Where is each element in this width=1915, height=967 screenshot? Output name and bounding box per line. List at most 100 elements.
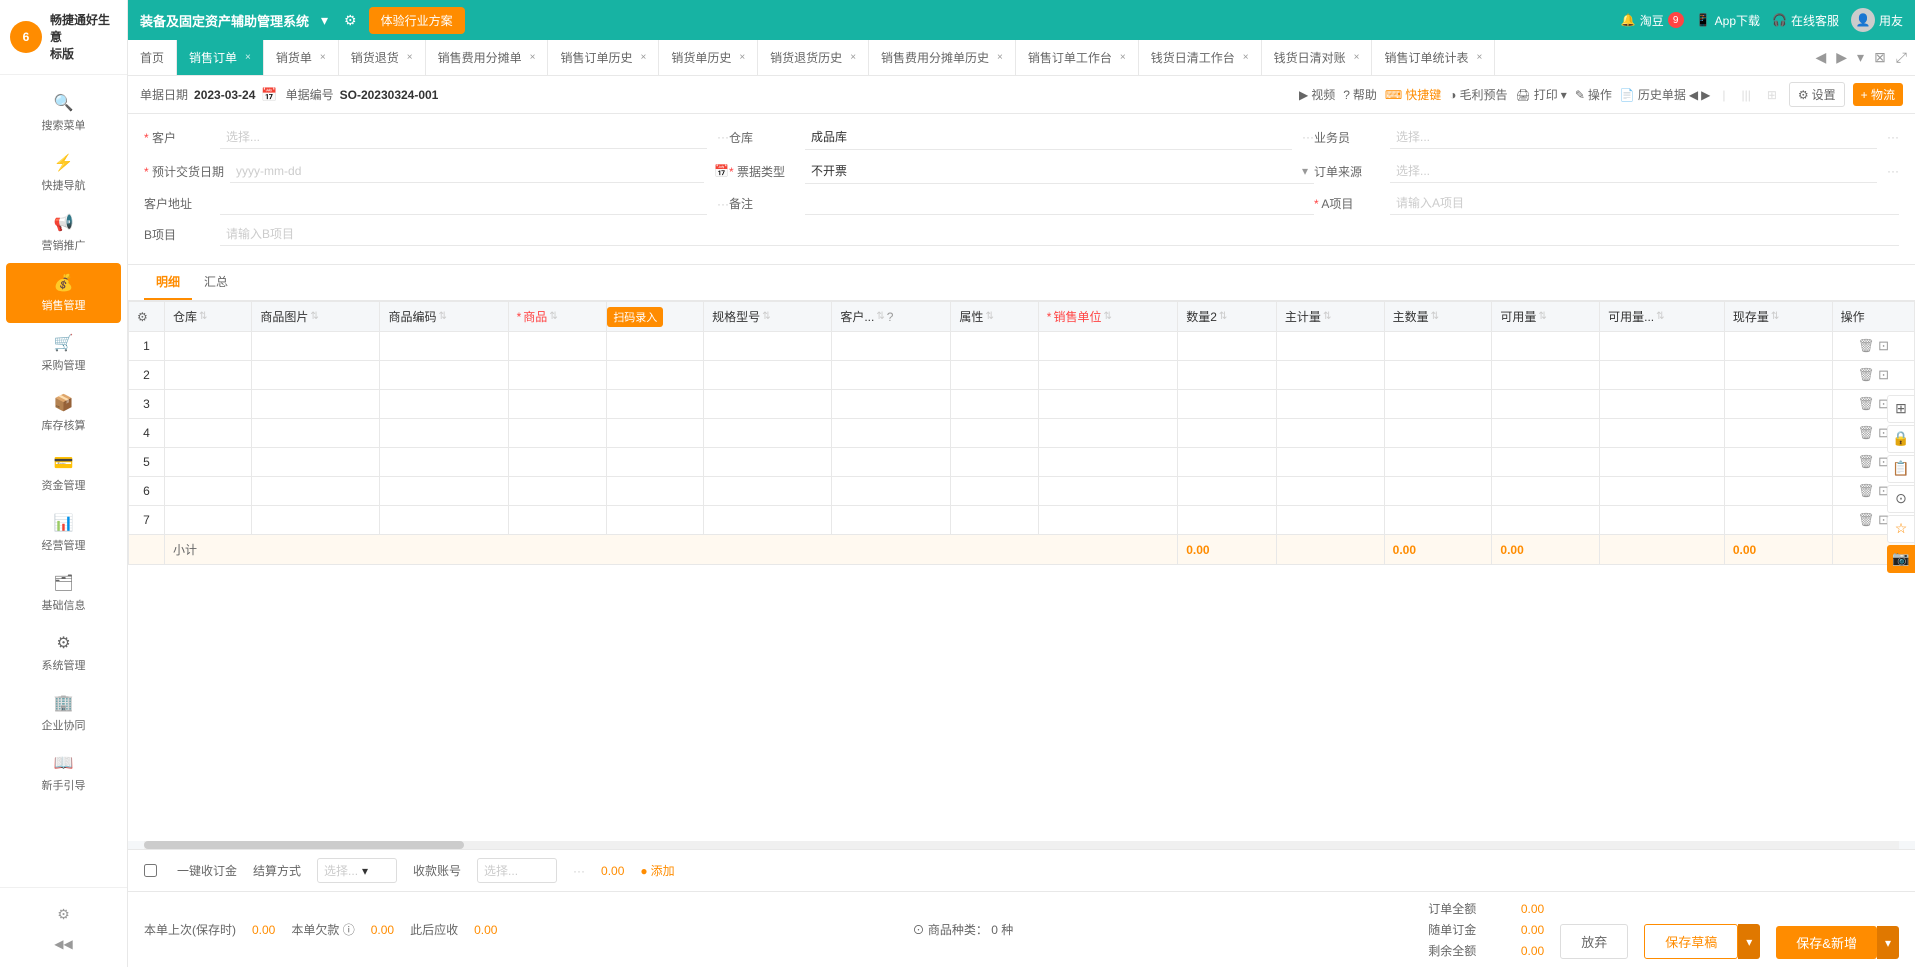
profit-action[interactable]: ◑ 毛利预告 [1449, 86, 1507, 103]
cell-code-7[interactable] [380, 506, 508, 535]
sidebar-item-system[interactable]: ⚙ 系统管理 [0, 623, 127, 683]
horizontal-scrollbar[interactable] [144, 841, 1899, 849]
cell-img-3[interactable] [252, 390, 380, 419]
cell-unit-2[interactable] [1038, 361, 1177, 390]
tab-sales-expense[interactable]: 销售费用分摊单 × [426, 40, 549, 75]
cell-custcode-5[interactable] [832, 448, 951, 477]
row-delete-3[interactable]: 🗑 [1858, 396, 1875, 412]
tab-home[interactable]: 首页 [128, 40, 177, 75]
tab-sales-refund-close[interactable]: × [407, 52, 413, 63]
warehouse-dots[interactable]: ··· [1302, 130, 1314, 144]
order-source-input[interactable] [1390, 160, 1877, 183]
salesperson-dots[interactable]: ··· [1887, 130, 1899, 144]
row-copy-2[interactable]: ⊡ [1878, 367, 1889, 383]
cell-mainqty-7[interactable] [1384, 506, 1492, 535]
tab-prev-icon[interactable]: ◀ [1811, 45, 1830, 70]
sidebar-item-operations[interactable]: 📊 经营管理 [0, 503, 127, 563]
tab-daily-account-close[interactable]: × [1354, 52, 1360, 63]
cell-warehouse-1[interactable] [165, 332, 252, 361]
cell-avail2-2[interactable] [1600, 361, 1725, 390]
tab-sales-order-close[interactable]: × [245, 52, 251, 63]
cell-avail2-3[interactable] [1600, 390, 1725, 419]
row-delete-5[interactable]: 🗑 [1858, 454, 1875, 470]
tab-sales-refund[interactable]: 销货退货 × [339, 40, 426, 75]
cell-scan-6[interactable] [607, 477, 704, 506]
cell-scan-3[interactable] [607, 390, 704, 419]
cell-product-2[interactable] [508, 361, 607, 390]
cell-img-7[interactable] [252, 506, 380, 535]
cell-unit-7[interactable] [1038, 506, 1177, 535]
cell-qty2-4[interactable] [1178, 419, 1277, 448]
cell-mainqty-2[interactable] [1384, 361, 1492, 390]
cell-qty2-5[interactable] [1178, 448, 1277, 477]
setting-btn[interactable]: ⚙ 设置 [1789, 82, 1845, 107]
ops-action[interactable]: ✎ 操作 [1575, 86, 1612, 103]
cell-img-6[interactable] [252, 477, 380, 506]
delivery-date-calendar-icon[interactable]: 📅 [714, 164, 729, 178]
scan-button[interactable]: 扫码录入 [607, 307, 663, 327]
cell-avail2-4[interactable] [1600, 419, 1725, 448]
right-tool-5[interactable]: ☆ [1887, 515, 1915, 543]
cell-warehouse-6[interactable] [165, 477, 252, 506]
cell-warehouse-4[interactable] [165, 419, 252, 448]
tab-sales-expense-close[interactable]: × [530, 52, 536, 63]
sidebar-item-sales[interactable]: 💰 销售管理 [6, 263, 121, 323]
cell-stock-7[interactable] [1724, 506, 1832, 535]
cell-attr-3[interactable] [951, 390, 1038, 419]
tab-refund-history-close[interactable]: × [850, 52, 856, 63]
a-project-input[interactable] [1390, 192, 1899, 215]
sidebar-collapse-btn[interactable]: ◀◀ [0, 931, 127, 957]
cell-qty2-2[interactable] [1178, 361, 1277, 390]
app-download-btn[interactable]: 📱 App下载 [1696, 12, 1760, 29]
cell-attr-5[interactable] [951, 448, 1038, 477]
save-new-btn[interactable]: 保存&新增 [1776, 926, 1877, 959]
cell-product-6[interactable] [508, 477, 607, 506]
cell-spec-2[interactable] [704, 361, 832, 390]
cell-spec-4[interactable] [704, 419, 832, 448]
cell-stock-4[interactable] [1724, 419, 1832, 448]
cell-img-2[interactable] [252, 361, 380, 390]
cell-code-4[interactable] [380, 419, 508, 448]
cell-qty2-1[interactable] [1178, 332, 1277, 361]
cell-avail2-7[interactable] [1600, 506, 1725, 535]
sidebar-item-basic[interactable]: 🗂 基础信息 [0, 563, 127, 623]
tab-sales-workbench[interactable]: 销售订单工作台 × [1016, 40, 1139, 75]
tab-next-icon[interactable]: ▶ [1832, 45, 1851, 70]
shortcut-action[interactable]: ⌨ 快捷键 [1385, 86, 1441, 103]
sort-icon-avail[interactable]: ⇅ [1538, 311, 1546, 322]
history-nav-next[interactable]: ▶ [1701, 88, 1710, 102]
cell-avail2-1[interactable] [1600, 332, 1725, 361]
sidebar-item-quick[interactable]: ⚡ 快捷导航 [0, 143, 127, 203]
tab-return-history-close[interactable]: × [739, 52, 745, 63]
user-menu[interactable]: 👤 用友 [1851, 8, 1903, 32]
cell-qty2-7[interactable] [1178, 506, 1277, 535]
cell-custcode-3[interactable] [832, 390, 951, 419]
right-tool-3[interactable]: 📋 [1887, 455, 1915, 483]
right-tool-1[interactable]: ⊞ [1887, 395, 1915, 423]
cell-code-6[interactable] [380, 477, 508, 506]
cell-code-2[interactable] [380, 361, 508, 390]
cell-stock-5[interactable] [1724, 448, 1832, 477]
notice-btn[interactable]: 🔔 淘豆 9 [1621, 12, 1684, 29]
cell-scan-1[interactable] [607, 332, 704, 361]
tab-sales-return-close[interactable]: × [320, 52, 326, 63]
cell-mainqty-4[interactable] [1384, 419, 1492, 448]
sidebar-item-marketing[interactable]: 📢 营销推广 [0, 203, 127, 263]
tab-order-history[interactable]: 销售订单历史 × [548, 40, 659, 75]
tab-fullscreen-icon[interactable]: ⤢ [1892, 45, 1911, 70]
sidebar-settings-btn[interactable]: ⚙ [0, 898, 127, 931]
tab-menu-icon[interactable]: ▾ [1853, 45, 1868, 70]
tab-daily-account[interactable]: 钱货日清对账 × [1262, 40, 1373, 75]
sort-icon-mainunit[interactable]: ⇅ [1323, 311, 1331, 322]
scrollbar-thumb[interactable] [144, 841, 464, 849]
cell-warehouse-5[interactable] [165, 448, 252, 477]
tab-sales-workbench-close[interactable]: × [1120, 52, 1126, 63]
sort-icon-avail2[interactable]: ⇅ [1656, 311, 1664, 322]
save-draft-arrow-btn[interactable]: ▾ [1738, 924, 1760, 959]
row-delete-1[interactable]: 🗑 [1858, 338, 1875, 354]
sort-icon-custcode[interactable]: ⇅ [876, 311, 884, 322]
row-delete-2[interactable]: 🗑 [1858, 367, 1875, 383]
cell-attr-1[interactable] [951, 332, 1038, 361]
customer-dots[interactable]: ··· [717, 130, 729, 144]
right-tool-2[interactable]: 🔒 [1887, 425, 1915, 453]
